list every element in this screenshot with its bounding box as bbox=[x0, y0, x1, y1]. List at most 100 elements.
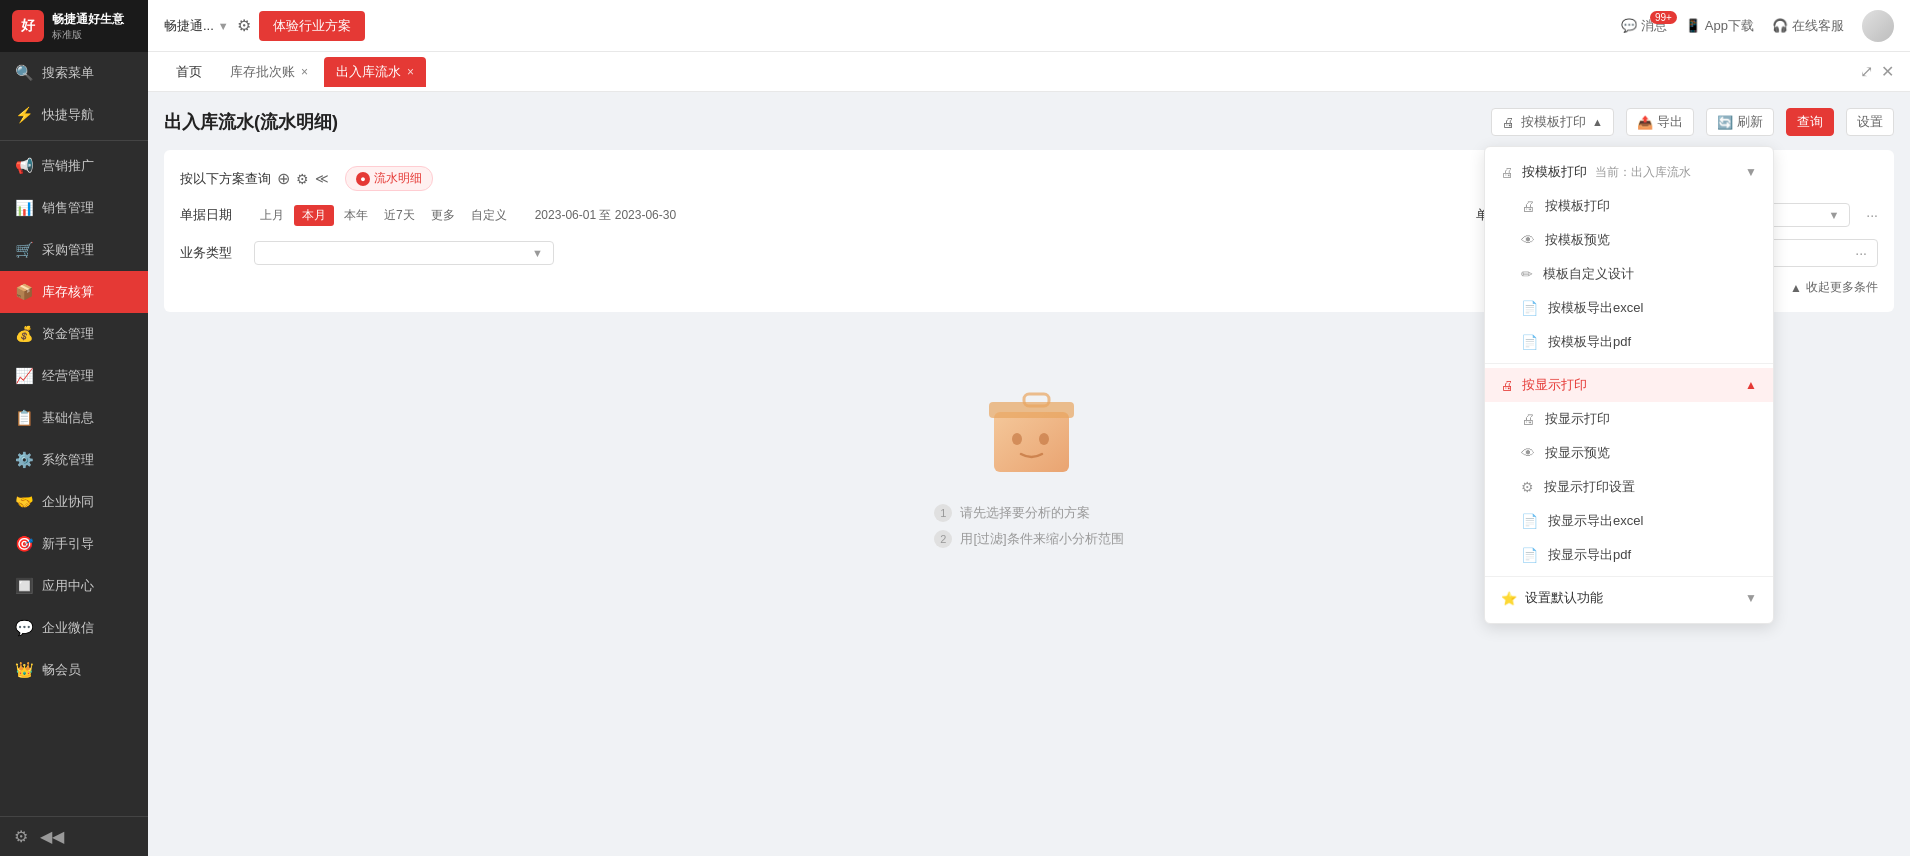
display-preview-icon: 👁 bbox=[1521, 445, 1535, 461]
tab-batch-close-icon[interactable]: × bbox=[301, 65, 308, 79]
dropdown-display-pdf[interactable]: 📄 按显示导出pdf bbox=[1485, 538, 1773, 572]
settings-btn[interactable]: 设置 bbox=[1846, 108, 1894, 136]
topbar-account[interactable]: 畅捷通... ▼ bbox=[164, 17, 229, 35]
operations-icon: 📈 bbox=[14, 366, 34, 386]
dropdown-display-print-settings[interactable]: ⚙ 按显示打印设置 bbox=[1485, 470, 1773, 504]
dropdown-display-excel[interactable]: 📄 按显示导出excel bbox=[1485, 504, 1773, 538]
filter-collapse-icon[interactable]: ≪ bbox=[315, 171, 329, 186]
dropdown-display-print[interactable]: 🖨 按显示打印 bbox=[1485, 402, 1773, 436]
date-tab-this-year[interactable]: 本年 bbox=[338, 205, 374, 226]
warehouse-more-icon[interactable]: ··· bbox=[1855, 245, 1867, 261]
filter-add-icon[interactable]: ⊕ bbox=[277, 169, 290, 188]
maximize-icon[interactable]: ⤢ bbox=[1860, 62, 1873, 81]
sidebar-item-system[interactable]: ⚙️ 系统管理 bbox=[0, 439, 148, 481]
sidebar-item-operations[interactable]: 📈 经营管理 bbox=[0, 355, 148, 397]
dropdown-template-print[interactable]: 🖨 按模板打印 bbox=[1485, 189, 1773, 223]
sidebar-item-marketing[interactable]: 📢 营销推广 bbox=[0, 145, 148, 187]
sidebar-label-wechat: 企业微信 bbox=[42, 619, 94, 637]
sidebar-label-quick-nav: 快捷导航 bbox=[42, 106, 94, 124]
filter-settings-icon[interactable]: ⚙ bbox=[296, 171, 309, 187]
tab-flow-close-icon[interactable]: × bbox=[407, 65, 414, 79]
sidebar-item-enterprise[interactable]: 🤝 企业协同 bbox=[0, 481, 148, 523]
query-btn[interactable]: 查询 bbox=[1786, 108, 1834, 136]
topbar-avatar[interactable] bbox=[1862, 10, 1894, 42]
close-window-icon[interactable]: ✕ bbox=[1881, 62, 1894, 81]
set-default-header[interactable]: ⭐ 设置默认功能 ▼ bbox=[1485, 581, 1773, 615]
export-btn[interactable]: 📤 导出 bbox=[1626, 108, 1694, 136]
topbar-app-btn[interactable]: 📱 App下载 bbox=[1685, 17, 1754, 35]
member-icon: 👑 bbox=[14, 660, 34, 680]
window-controls: ⤢ ✕ bbox=[1860, 62, 1894, 81]
tab-home-label: 首页 bbox=[176, 63, 202, 81]
page-title-row: 出入库流水(流水明细) 🖨 按模板打印 ▲ 📤 导出 🔄 刷新 查询 bbox=[164, 108, 1894, 136]
topbar-service-btn[interactable]: 🎧 在线客服 bbox=[1772, 17, 1844, 35]
quick-nav-icon: ⚡ bbox=[14, 105, 34, 125]
date-tab-more[interactable]: 更多 bbox=[425, 205, 461, 226]
empty-state-svg bbox=[979, 384, 1089, 484]
dropdown-template-custom[interactable]: ✏ 模板自定义设计 bbox=[1485, 257, 1773, 291]
sidebar-item-app-center[interactable]: 🔲 应用中心 bbox=[0, 565, 148, 607]
business-type-arrow-icon: ▼ bbox=[532, 247, 543, 259]
main-area: 畅捷通... ▼ ⚙ 体验行业方案 💬 消息 99+ 📱 App下载 🎧 在线客… bbox=[148, 0, 1910, 856]
sidebar-item-member[interactable]: 👑 畅会员 bbox=[0, 649, 148, 691]
msg-icon: 💬 bbox=[1621, 18, 1637, 33]
svg-point-1 bbox=[1012, 433, 1022, 445]
sidebar-item-sales[interactable]: 📊 销售管理 bbox=[0, 187, 148, 229]
sidebar-item-guide[interactable]: 🎯 新手引导 bbox=[0, 523, 148, 565]
dropdown-template-preview[interactable]: 👁 按模板预览 bbox=[1485, 223, 1773, 257]
display-print-item-label: 按显示打印 bbox=[1545, 410, 1610, 428]
type-select-more-icon[interactable]: ··· bbox=[1866, 207, 1878, 223]
sales-icon: 📊 bbox=[14, 198, 34, 218]
date-tab-7days[interactable]: 近7天 bbox=[378, 205, 421, 226]
template-excel-label: 按模板导出excel bbox=[1548, 299, 1643, 317]
tab-flow[interactable]: 出入库流水 × bbox=[324, 57, 426, 87]
svg-rect-0 bbox=[994, 412, 1069, 472]
display-print-header[interactable]: 🖨 按显示打印 ▲ bbox=[1485, 368, 1773, 402]
account-arrow-icon: ▼ bbox=[218, 20, 229, 32]
enterprise-icon: 🤝 bbox=[14, 492, 34, 512]
sidebar-item-inventory[interactable]: 📦 库存核算 bbox=[0, 271, 148, 313]
dropdown-display-preview[interactable]: 👁 按显示预览 bbox=[1485, 436, 1773, 470]
sidebar-item-search[interactable]: 🔍 搜索菜单 bbox=[0, 52, 148, 94]
trial-btn[interactable]: 体验行业方案 bbox=[259, 11, 365, 41]
dropdown-template-excel[interactable]: 📄 按模板导出excel bbox=[1485, 291, 1773, 325]
dropdown-template-pdf[interactable]: 📄 按模板导出pdf bbox=[1485, 325, 1773, 359]
date-tabs: 上月 本月 本年 近7天 更多 自定义 bbox=[254, 205, 513, 226]
print-btn[interactable]: 🖨 按模板打印 ▲ bbox=[1491, 108, 1614, 136]
sidebar-item-basic-info[interactable]: 📋 基础信息 bbox=[0, 397, 148, 439]
sidebar-label-marketing: 营销推广 bbox=[42, 157, 94, 175]
topbar-msg-btn[interactable]: 💬 消息 99+ bbox=[1621, 17, 1667, 35]
date-tab-custom[interactable]: 自定义 bbox=[465, 205, 513, 226]
sidebar-label-finance: 资金管理 bbox=[42, 325, 94, 343]
collapse-btn[interactable]: ▲ 收起更多条件 bbox=[1790, 279, 1878, 296]
sidebar-item-wechat[interactable]: 💬 企业微信 bbox=[0, 607, 148, 649]
empty-steps: 1 请先选择要分析的方案 2 用[过滤]条件来缩小分析范围 bbox=[934, 500, 1123, 552]
settings-bottom-icon[interactable]: ⚙ bbox=[14, 827, 28, 846]
empty-state-image bbox=[979, 384, 1079, 484]
topbar-left: 畅捷通... ▼ ⚙ 体验行业方案 bbox=[164, 11, 1611, 41]
msg-badge: 99+ bbox=[1650, 11, 1677, 24]
date-tab-this-month[interactable]: 本月 bbox=[294, 205, 334, 226]
settings-label: 设置 bbox=[1857, 113, 1883, 131]
tab-batch-account[interactable]: 库存批次账 × bbox=[218, 57, 320, 87]
tab-home[interactable]: 首页 bbox=[164, 57, 214, 87]
template-custom-icon: ✏ bbox=[1521, 266, 1533, 282]
refresh-btn[interactable]: 🔄 刷新 bbox=[1706, 108, 1774, 136]
sidebar-item-quick-nav[interactable]: ⚡ 快捷导航 bbox=[0, 94, 148, 136]
date-tab-prev-month[interactable]: 上月 bbox=[254, 205, 290, 226]
logo-text-block: 畅捷通好生意 标准版 bbox=[52, 11, 124, 42]
template-print-header[interactable]: 🖨 按模板打印 当前：出入库流水 ▼ bbox=[1485, 155, 1773, 189]
set-default-arrow-icon: ▼ bbox=[1745, 591, 1757, 605]
topbar-gear-icon[interactable]: ⚙ bbox=[237, 16, 251, 35]
sidebar-label-enterprise: 企业协同 bbox=[42, 493, 94, 511]
tab-batch-label: 库存批次账 bbox=[230, 63, 295, 81]
collapse-sidebar-icon[interactable]: ◀◀ bbox=[40, 827, 64, 846]
sidebar-item-finance[interactable]: 💰 资金管理 bbox=[0, 313, 148, 355]
export-label: 导出 bbox=[1657, 113, 1683, 131]
step-1-text: 请先选择要分析的方案 bbox=[960, 500, 1090, 526]
inventory-icon: 📦 bbox=[14, 282, 34, 302]
refresh-icon: 🔄 bbox=[1717, 115, 1733, 130]
sidebar-item-purchase[interactable]: 🛒 采购管理 bbox=[0, 229, 148, 271]
business-type-select[interactable]: ▼ bbox=[254, 241, 554, 265]
sidebar: 好 畅捷通好生意 标准版 🔍 搜索菜单 ⚡ 快捷导航 📢 营销推广 📊 销售管理… bbox=[0, 0, 148, 856]
